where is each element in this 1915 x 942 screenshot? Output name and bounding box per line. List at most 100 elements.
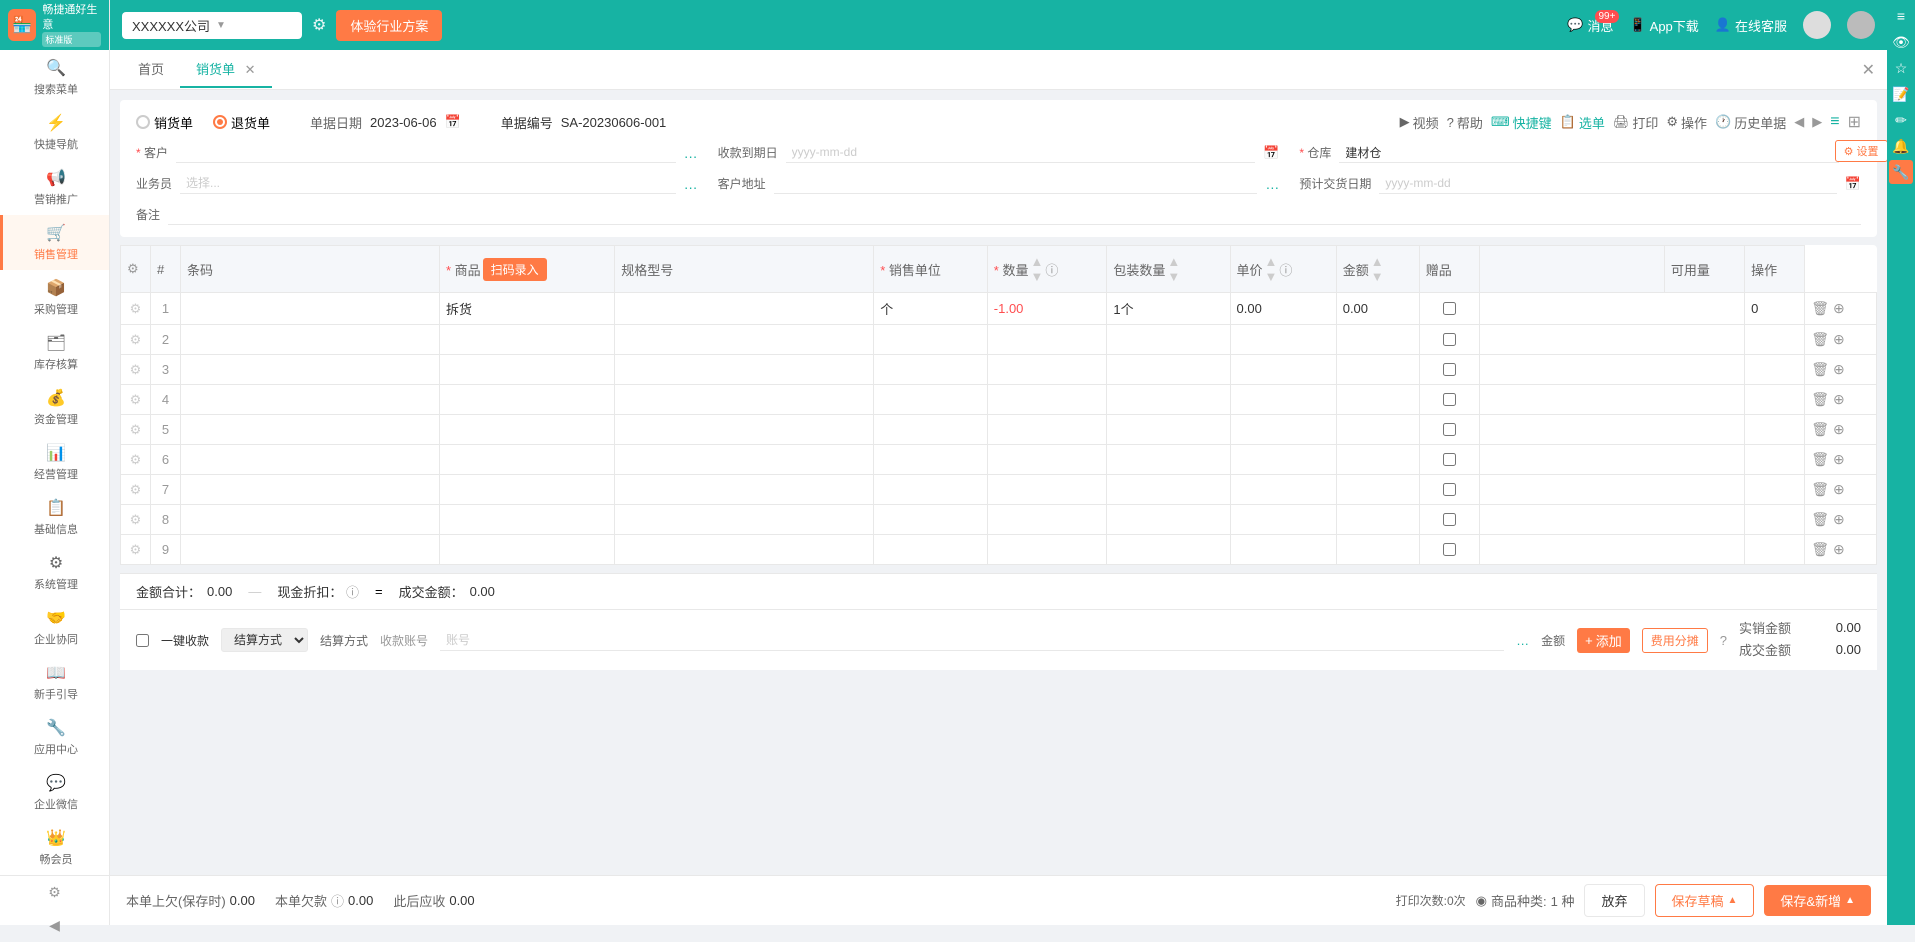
gift-checkbox[interactable]: [1443, 453, 1456, 466]
copy-row-icon[interactable]: ⊕: [1833, 481, 1845, 498]
panel-btn-eye[interactable]: 👁: [1889, 30, 1913, 54]
panel-btn-star[interactable]: ☆: [1889, 56, 1913, 80]
th-gear[interactable]: ⚙: [121, 246, 151, 293]
grid-view-icon[interactable]: ⊞: [1848, 112, 1861, 132]
spec-input[interactable]: [621, 302, 867, 316]
setup-button[interactable]: ⚙ 设置: [1835, 140, 1887, 162]
sidebar-item-system[interactable]: ⚙ 系统管理: [0, 545, 109, 600]
spec-input[interactable]: [621, 423, 867, 437]
row-gift-cell[interactable]: [1419, 475, 1479, 505]
delete-row-icon[interactable]: 🗑: [1811, 300, 1829, 317]
sidebar-item-sales[interactable]: 🛒 销售管理: [0, 215, 109, 270]
online-support-btn[interactable]: 👤 在线客服: [1715, 16, 1787, 35]
customer-picker-icon[interactable]: …: [684, 145, 698, 161]
row-spec-cell[interactable]: [615, 565, 874, 566]
list-view-icon[interactable]: ≡: [1830, 113, 1839, 131]
gift-checkbox[interactable]: [1443, 393, 1456, 406]
date-picker-icon[interactable]: 📅: [445, 114, 461, 130]
barcode-input[interactable]: [187, 333, 433, 347]
row-barcode-cell[interactable]: [181, 293, 440, 325]
barcode-input[interactable]: [187, 483, 433, 497]
copy-row-icon[interactable]: ⊕: [1833, 421, 1845, 438]
row-spec-cell[interactable]: [615, 293, 874, 325]
gift-checkbox[interactable]: [1443, 302, 1456, 315]
payment-method-select[interactable]: 结算方式: [221, 628, 308, 652]
expense-help-icon[interactable]: ?: [1720, 633, 1727, 648]
barcode-input[interactable]: [187, 302, 433, 316]
customer-addr-picker-icon[interactable]: …: [1265, 176, 1279, 192]
sidebar-settings-btn[interactable]: ⚙: [0, 876, 109, 909]
tab-home[interactable]: 首页: [122, 51, 180, 88]
warehouse-input[interactable]: [1339, 142, 1839, 163]
panel-btn-list[interactable]: ≡: [1889, 4, 1913, 28]
due-date-input[interactable]: [786, 142, 1255, 163]
help-btn[interactable]: ? 帮助: [1447, 113, 1483, 132]
copy-row-icon[interactable]: ⊕: [1833, 541, 1845, 558]
prev-icon[interactable]: ◀: [1794, 114, 1804, 130]
barcode-input[interactable]: [187, 363, 433, 377]
print-btn[interactable]: 🖨 打印: [1613, 113, 1659, 132]
salesperson-input[interactable]: [180, 173, 676, 194]
scan-button[interactable]: 扫码录入: [483, 258, 547, 281]
row-gift-cell[interactable]: [1419, 445, 1479, 475]
sidebar-item-wechat[interactable]: 💬 企业微信: [0, 765, 109, 820]
discard-button[interactable]: 放弃: [1584, 884, 1644, 917]
row-barcode-cell[interactable]: [181, 325, 440, 355]
row-spec-cell[interactable]: [615, 325, 874, 355]
expected-delivery-calendar-icon[interactable]: 📅: [1845, 176, 1861, 192]
expense-tab-button[interactable]: 费用分摊: [1642, 628, 1708, 653]
row-spec-cell[interactable]: [615, 385, 874, 415]
row-spec-cell[interactable]: [615, 505, 874, 535]
barcode-input[interactable]: [187, 453, 433, 467]
shortcut-btn[interactable]: ⌨ 快捷键: [1491, 113, 1552, 132]
sidebar-item-finance[interactable]: 💰 资金管理: [0, 380, 109, 435]
sidebar-item-member[interactable]: 👑 畅会员: [0, 820, 109, 875]
account-ellipsis-icon[interactable]: …: [1516, 633, 1529, 648]
trial-button[interactable]: 体验行业方案: [336, 10, 442, 41]
row-barcode-cell[interactable]: [181, 505, 440, 535]
delete-row-icon[interactable]: 🗑: [1811, 511, 1829, 528]
panel-btn-note[interactable]: 📝: [1889, 82, 1913, 106]
close-all-tabs-icon[interactable]: ✕: [1862, 60, 1875, 80]
delete-row-icon[interactable]: 🗑: [1811, 481, 1829, 498]
row-gift-cell[interactable]: [1419, 355, 1479, 385]
company-selector[interactable]: XXXXXX公司 ▼: [122, 12, 302, 39]
customer-input[interactable]: [176, 142, 676, 163]
spec-input[interactable]: [621, 363, 867, 377]
user-avatar[interactable]: [1803, 11, 1831, 39]
customer-addr-input[interactable]: [774, 173, 1258, 194]
copy-row-icon[interactable]: ⊕: [1833, 511, 1845, 528]
gift-checkbox[interactable]: [1443, 333, 1456, 346]
save-draft-button[interactable]: 保存草稿 ▲: [1655, 884, 1755, 917]
delete-row-icon[interactable]: 🗑: [1811, 451, 1829, 468]
copy-row-icon[interactable]: ⊕: [1833, 331, 1845, 348]
salesperson-picker-icon[interactable]: …: [684, 176, 698, 192]
gift-checkbox[interactable]: [1443, 543, 1456, 556]
delete-row-icon[interactable]: 🗑: [1811, 391, 1829, 408]
spec-input[interactable]: [621, 453, 867, 467]
video-btn[interactable]: ▶ 视频: [1400, 113, 1439, 132]
sidebar-item-purchase[interactable]: 📦 采购管理: [0, 270, 109, 325]
row-spec-cell[interactable]: [615, 445, 874, 475]
row-spec-cell[interactable]: [615, 355, 874, 385]
barcode-input[interactable]: [187, 393, 433, 407]
sidebar-item-search[interactable]: 🔍 搜索菜单: [0, 50, 109, 105]
delete-row-icon[interactable]: 🗑: [1811, 421, 1829, 438]
remarks-input[interactable]: [168, 204, 1861, 225]
topbar-gear-icon[interactable]: ⚙: [312, 15, 326, 35]
row-barcode-cell[interactable]: [181, 445, 440, 475]
one-click-payment-checkbox[interactable]: [136, 634, 149, 647]
barcode-input[interactable]: [187, 423, 433, 437]
sidebar-item-apps[interactable]: 🔧 应用中心: [0, 710, 109, 765]
spec-input[interactable]: [621, 393, 867, 407]
tab-close-icon[interactable]: ✕: [245, 62, 256, 77]
save-new-button[interactable]: 保存&新增 ▲: [1764, 885, 1871, 916]
row-gift-cell[interactable]: [1419, 325, 1479, 355]
copy-row-icon[interactable]: ⊕: [1833, 391, 1845, 408]
calendar-icon[interactable]: 📅: [1263, 145, 1279, 161]
gift-checkbox[interactable]: [1443, 423, 1456, 436]
delete-row-icon[interactable]: 🗑: [1811, 541, 1829, 558]
gift-checkbox[interactable]: [1443, 483, 1456, 496]
radio-return-item[interactable]: 退货单: [213, 113, 270, 132]
row-barcode-cell[interactable]: [181, 415, 440, 445]
